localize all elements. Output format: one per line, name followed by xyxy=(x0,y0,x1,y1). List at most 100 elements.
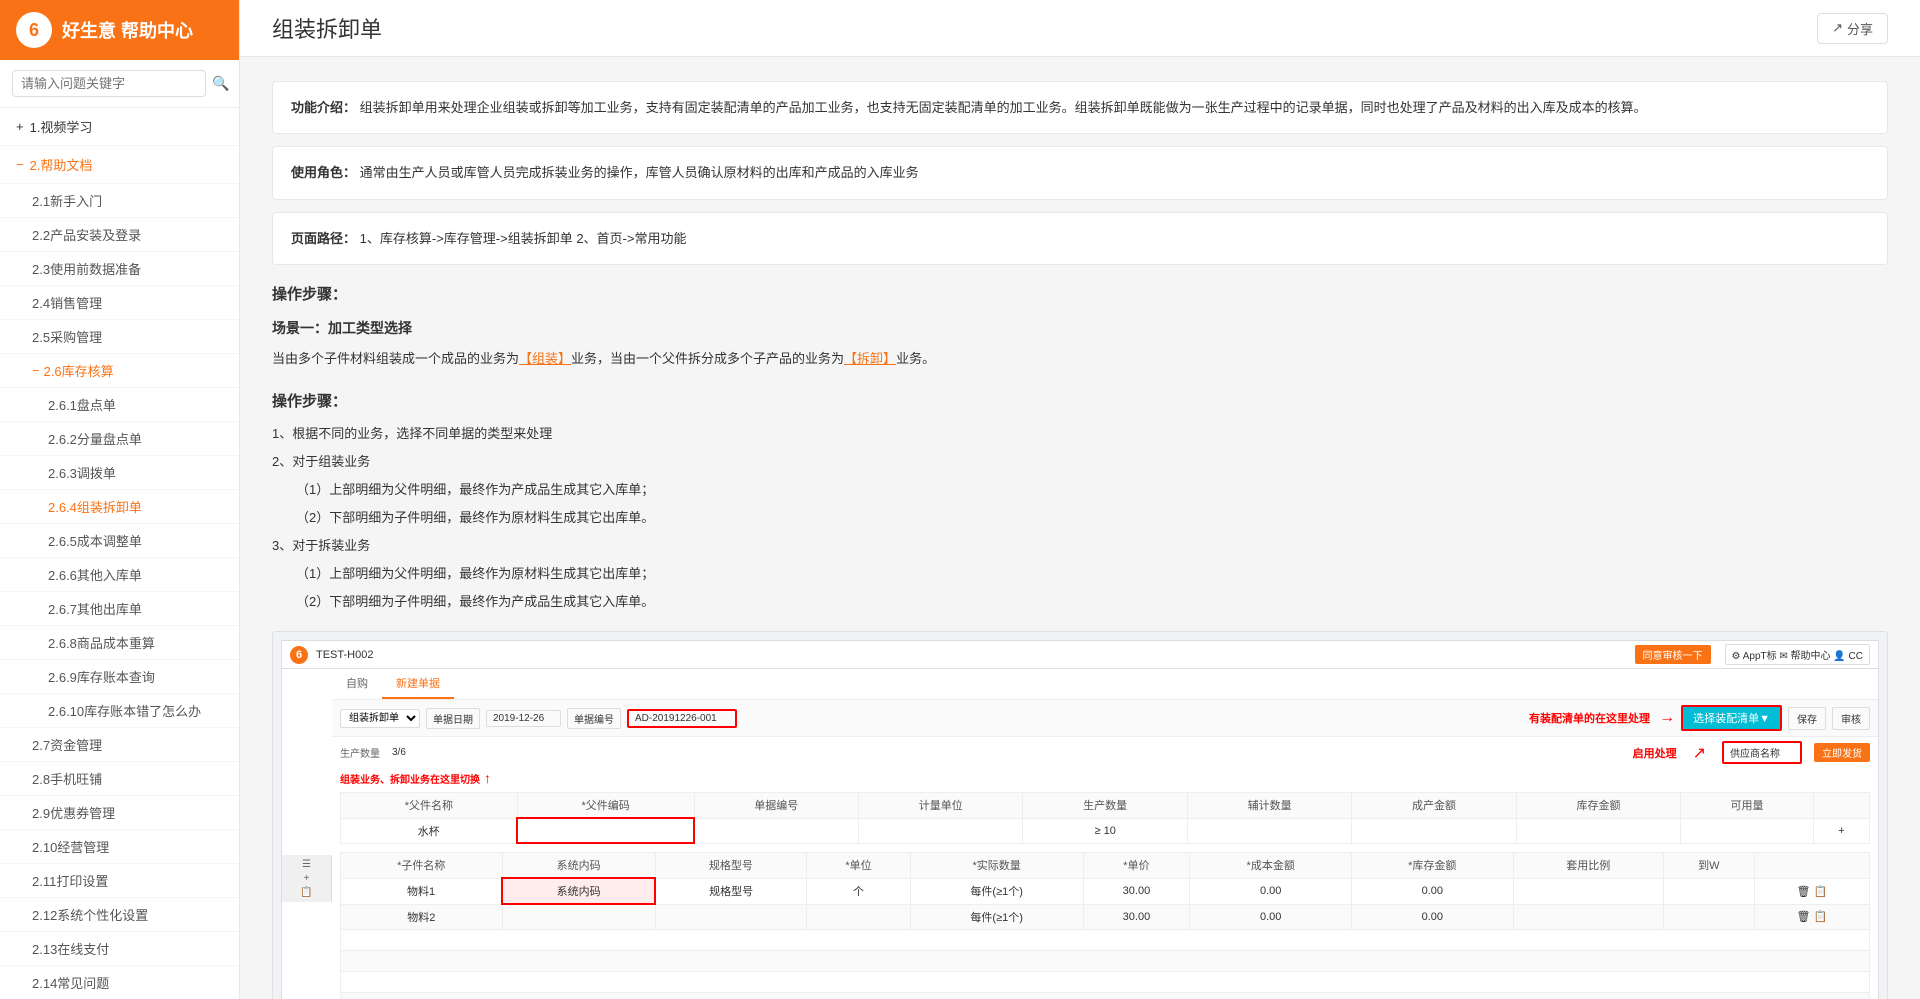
child-empty-6 xyxy=(341,992,1870,999)
child-act-2[interactable]: 🗑 📋 xyxy=(1754,904,1869,929)
annotation2-row: 组装业务、拆卸业务在这里切换 ↑ xyxy=(332,768,1878,788)
parent-col-prodamt: 成产金额 xyxy=(1352,793,1516,819)
intro-label: 功能介绍： xyxy=(291,100,356,115)
sidebar-item-operations[interactable]: 2.10经营管理 xyxy=(0,830,239,864)
child-col-costamt: *成本金额 xyxy=(1190,853,1352,879)
sidebar-item-adjust[interactable]: 2.6.3调拨单 xyxy=(0,456,239,490)
sidebar-item-settings[interactable]: 2.12系统个性化设置 xyxy=(0,898,239,932)
child-unit-2 xyxy=(807,904,911,929)
sidebar-item-partialinv[interactable]: 2.6.2分量盘点单 xyxy=(0,422,239,456)
sidebar-item-invcheck[interactable]: 2.6.9库存账本查询 xyxy=(0,660,239,694)
parent-docno-cell xyxy=(694,818,858,843)
sidebar-item-docs[interactable]: − 2.帮助文档 xyxy=(0,146,239,184)
sidebar-item-costcalc[interactable]: 2.6.8商品成本重算 xyxy=(0,626,239,660)
steps-list: 1、根据不同的业务，选择不同单据的类型来处理 2、对于组装业务 （1）上部明细为… xyxy=(272,421,1888,615)
sidebar-item-data[interactable]: 2.3使用前数据准备 xyxy=(0,252,239,286)
share-button[interactable]: ↗ 分享 xyxy=(1817,13,1888,44)
mock-side-icon1[interactable]: ☰ xyxy=(286,859,327,870)
child-col-spec: 规格型号 xyxy=(655,853,807,879)
sidebar-item-mobile[interactable]: 2.8手机旺铺 xyxy=(0,762,239,796)
sidebar-item-costadj[interactable]: 2.6.5成本调整单 xyxy=(0,524,239,558)
child-qty-2: 每件(≥1个) xyxy=(910,904,1083,929)
step-3-1: （1）上部明细为父件明细，最终作为原材料生成其它出库单； xyxy=(272,561,1888,587)
mock-side-icon2[interactable]: + xyxy=(286,873,327,884)
sidebar-item-inventory[interactable]: − 2.6库存核算 xyxy=(0,354,239,388)
mock-nav-bar: ☰ + 📋 自购 新建单据 xyxy=(282,669,1878,999)
parent-action-cell[interactable]: + xyxy=(1813,818,1869,843)
mock-form-row: 生产数量 3/6 启用处理 ↗ 供应商名称 立即发货 xyxy=(332,737,1878,768)
child-col-price: *单价 xyxy=(1083,853,1190,879)
sidebar-item-stocktake[interactable]: 2.6.1盘点单 xyxy=(0,388,239,422)
expand-icon: + xyxy=(16,119,24,134)
mock-teal-btn[interactable]: 选择装配清单▼ xyxy=(1681,705,1782,731)
sidebar-item-sales[interactable]: 2.4销售管理 xyxy=(0,286,239,320)
mock-process-btn[interactable]: 同意审核一下 xyxy=(1635,645,1711,664)
child-spec-2 xyxy=(655,904,807,929)
child-act-1[interactable]: 🗑 📋 xyxy=(1754,878,1869,904)
parent-code-cell[interactable] xyxy=(517,818,694,843)
parent-qty-cell: ≥ 10 xyxy=(1023,818,1187,843)
mock-supplier-field[interactable]: 供应商名称 xyxy=(1722,741,1802,764)
sidebar-item-coupon[interactable]: 2.9优惠券管理 xyxy=(0,796,239,830)
step-2: 2、对于组装业务 xyxy=(272,449,1888,475)
mock-form-count-value: 3/6 xyxy=(392,747,406,758)
sidebar-item-new[interactable]: 2.1新手入门 xyxy=(0,184,239,218)
sidebar-item-faq[interactable]: 2.14常见问题 xyxy=(0,966,239,999)
mock-type-select[interactable]: 组装拆卸单 其他出库单 xyxy=(340,709,420,728)
sidebar-item-finance[interactable]: 2.7资金管理 xyxy=(0,728,239,762)
child-name-1: 物料1 xyxy=(341,878,503,904)
child-spec-1: 规格型号 xyxy=(655,878,807,904)
sidebar-item-video[interactable]: + 1.视频学习 xyxy=(0,108,239,146)
parent-invamt-cell xyxy=(1516,818,1680,843)
ops-section: 操作步骤： 场景一：加工类型选择 当由多个子件材料组装成一个成品的业务为【组装】… xyxy=(272,283,1888,999)
parent-unit-cell xyxy=(859,818,1023,843)
child-col-ratio: 套用比例 xyxy=(1513,853,1663,879)
mock-doc-no-value[interactable]: AD-20191226-001 xyxy=(627,709,737,728)
search-input[interactable] xyxy=(12,70,206,97)
child-ratio-1 xyxy=(1513,878,1663,904)
mock-side-icon3[interactable]: 📋 xyxy=(286,887,327,898)
parent-col-auxqty: 辅计数量 xyxy=(1187,793,1351,819)
step-2-1: （1）上部明细为父件明细，最终作为产成品生成其它入库单； xyxy=(272,477,1888,503)
child-syscode-1[interactable]: 系统内码 xyxy=(502,878,655,904)
mock-confirm-btn[interactable]: 立即发货 xyxy=(1814,743,1870,762)
mock-tab-purchase[interactable]: 自购 xyxy=(332,669,382,699)
child-w-1 xyxy=(1663,878,1754,904)
mock-app: 6 TEST-H002 同意审核一下 ⚙ AppT标 ✉ 帮助中心 👤 CC ☰… xyxy=(281,640,1879,999)
child-price-1: 30.00 xyxy=(1083,878,1190,904)
mock-action-btn2[interactable]: 审核 xyxy=(1832,707,1870,730)
annotation3-arrow: ↗ xyxy=(1693,743,1706,763)
sidebar-item-payment[interactable]: 2.13在线支付 xyxy=(0,932,239,966)
mock-tabs: 自购 新建单据 xyxy=(332,669,1878,700)
parent-name-cell: 水杯 xyxy=(341,818,518,843)
sidebar-item-print[interactable]: 2.11打印设置 xyxy=(0,864,239,898)
child-col-invamt: *库存金额 xyxy=(1352,853,1514,879)
mock-action-btn1[interactable]: 保存 xyxy=(1788,707,1826,730)
search-icon[interactable]: 🔍 xyxy=(212,75,229,92)
child-cost-1: 0.00 xyxy=(1190,878,1352,904)
parent-col-avail: 可用量 xyxy=(1681,793,1814,819)
mock-tab-new[interactable]: 新建单据 xyxy=(382,669,454,699)
child-col-unit: *单位 xyxy=(807,853,911,879)
child-cost-2: 0.00 xyxy=(1190,904,1352,929)
child-row-4 xyxy=(341,950,1870,971)
child-row-3 xyxy=(341,929,1870,950)
nav-list: + 1.视频学习 − 2.帮助文档 2.1新手入门 2.2产品安装及登录 2.3… xyxy=(0,108,239,999)
sidebar: 6 好生意 帮助中心 🔍 + 1.视频学习 − 2.帮助文档 2.1新手入门 2… xyxy=(0,0,240,999)
sidebar-item-assembly[interactable]: 2.6.4组装拆卸单 xyxy=(0,490,239,524)
sidebar-item-otherin[interactable]: 2.6.6其他入库单 xyxy=(0,558,239,592)
sidebar-item-otherout[interactable]: 2.6.7其他出库单 xyxy=(0,592,239,626)
child-unit-1: 个 xyxy=(807,878,911,904)
child-row-5 xyxy=(341,971,1870,992)
mock-app-topbar: 6 TEST-H002 同意审核一下 ⚙ AppT标 ✉ 帮助中心 👤 CC xyxy=(282,641,1878,669)
child-empty-3 xyxy=(341,929,1870,950)
sidebar-item-invfix[interactable]: 2.6.10库存账本错了怎么办 xyxy=(0,694,239,728)
sidebar-item-purchase[interactable]: 2.5采购管理 xyxy=(0,320,239,354)
mock-doc-date-value[interactable]: 2019-12-26 xyxy=(486,710,561,727)
sidebar-item-install[interactable]: 2.2产品安装及登录 xyxy=(0,218,239,252)
screenshot-container: 6 TEST-H002 同意审核一下 ⚙ AppT标 ✉ 帮助中心 👤 CC ☰… xyxy=(272,631,1888,999)
annotation3-text: 启用处理 xyxy=(1633,745,1677,761)
child-inv-2: 0.00 xyxy=(1352,904,1514,929)
parent-col-code: *父件编码 xyxy=(517,793,694,819)
annotation1-text: 有装配清单的在这里处理 xyxy=(1529,713,1650,725)
